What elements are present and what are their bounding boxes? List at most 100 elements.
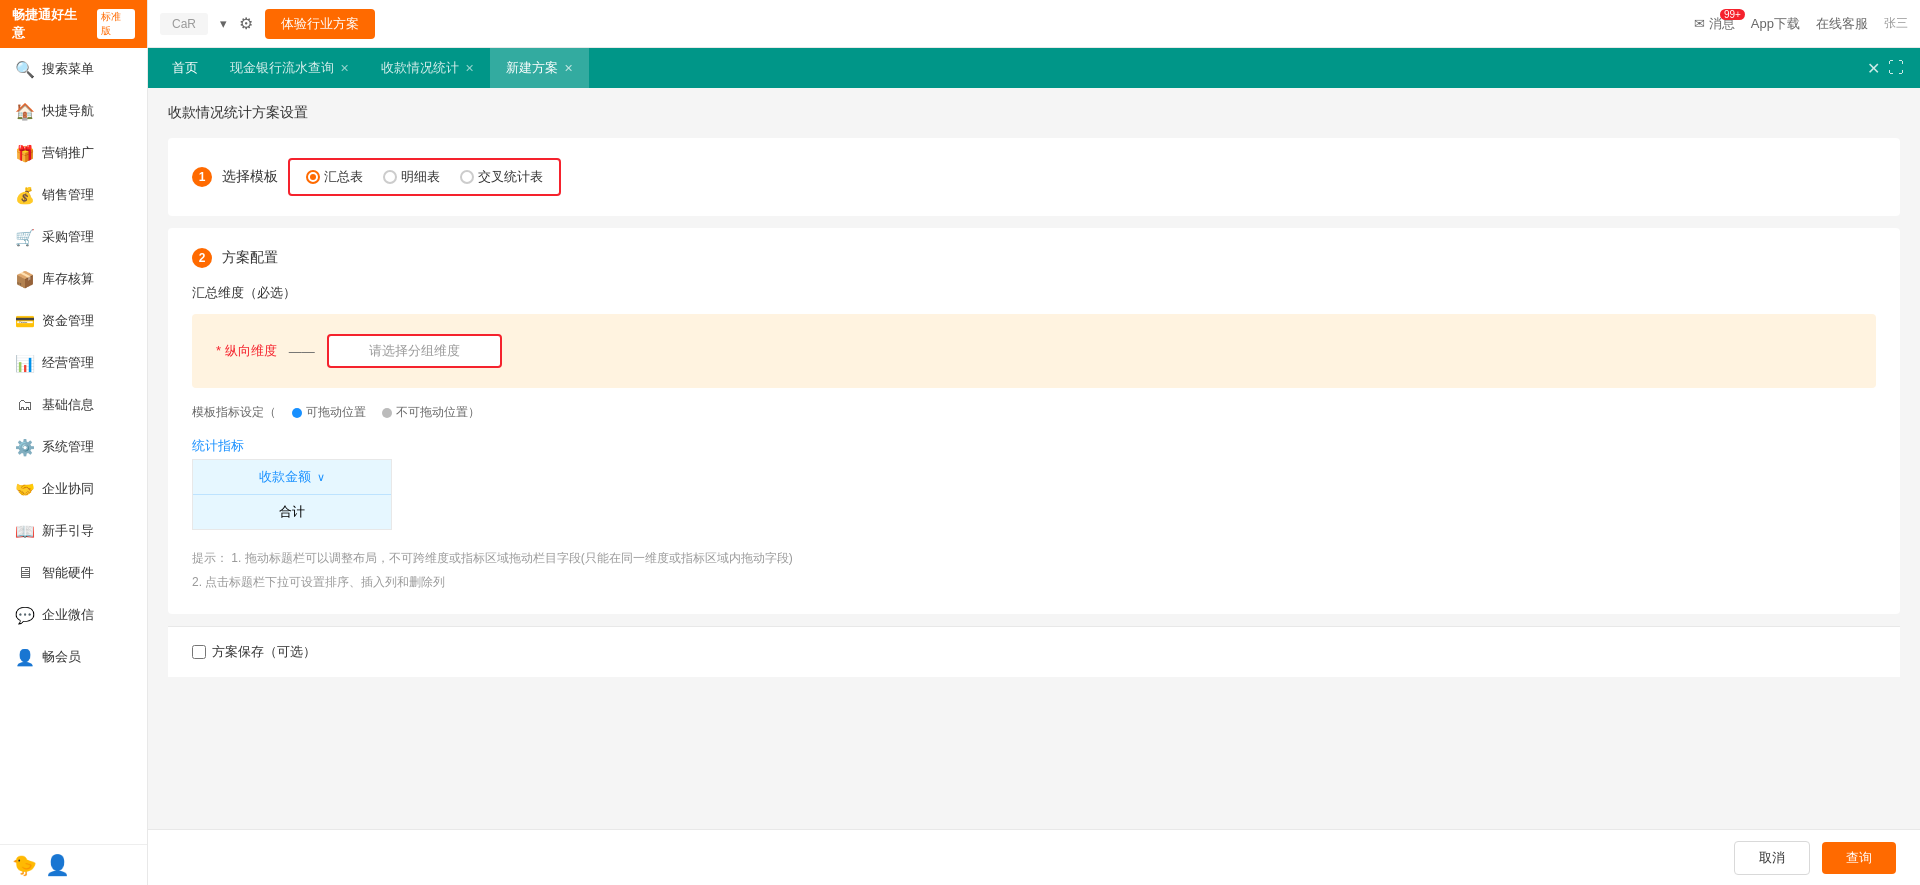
tab-collection-stats[interactable]: 收款情况统计 ✕	[365, 48, 490, 88]
sidebar-item-operation[interactable]: 📊 经营管理	[0, 342, 147, 384]
draggable-dot	[292, 408, 302, 418]
sidebar-item-search-menu[interactable]: 🔍 搜索菜单	[0, 48, 147, 90]
topbar-gear-icon[interactable]: ⚙	[239, 14, 253, 33]
radio-cross[interactable]: 交叉统计表	[460, 168, 543, 186]
message-icon: ✉	[1694, 16, 1705, 31]
sidebar-item-quick-nav[interactable]: 🏠 快捷导航	[0, 90, 147, 132]
radio-detail-circle	[383, 170, 397, 184]
stat-label: 统计指标	[192, 429, 392, 459]
sidebar-item-sys-manage[interactable]: ⚙️ 系统管理	[0, 426, 147, 468]
content-area: 收款情况统计方案设置 1 选择模板 汇总表 明细表	[148, 88, 1920, 829]
industry-btn[interactable]: 体验行业方案	[265, 9, 375, 39]
message-btn[interactable]: ✉ 消息 99+	[1694, 15, 1735, 33]
sidebar-item-label: 智能硬件	[42, 564, 94, 582]
tab-home-label: 首页	[172, 59, 198, 77]
purchase-icon: 🛒	[16, 228, 34, 246]
app-download-btn[interactable]: App下载	[1751, 15, 1800, 33]
sidebar-item-sales[interactable]: 💰 销售管理	[0, 174, 147, 216]
radio-cross-label: 交叉统计表	[478, 168, 543, 186]
main-area: CaR ▾ ⚙ 体验行业方案 ✉ 消息 99+ App下载 在线客服 张三 首页…	[148, 0, 1920, 885]
sidebar-item-purchase[interactable]: 🛒 采购管理	[0, 216, 147, 258]
sidebar-item-cooperation[interactable]: 🤝 企业协同	[0, 468, 147, 510]
radio-summary-label: 汇总表	[324, 168, 363, 186]
tips-section: 提示： 1. 拖动标题栏可以调整布局，不可跨维度或指标区域拖动栏目字段(只能在同…	[192, 546, 1876, 594]
sidebar-item-label: 库存核算	[42, 270, 94, 288]
window-close-icon[interactable]: ✕	[1867, 59, 1880, 78]
sidebar-item-label: 新手引导	[42, 522, 94, 540]
sidebar-item-corp-wechat[interactable]: 💬 企业微信	[0, 594, 147, 636]
quick-nav-icon: 🏠	[16, 102, 34, 120]
sales-icon: 💰	[16, 186, 34, 204]
radio-summary[interactable]: 汇总表	[306, 168, 363, 186]
tab-cashflow[interactable]: 现金银行流水查询 ✕	[214, 48, 365, 88]
tab-collection-stats-close[interactable]: ✕	[465, 62, 474, 75]
sidebar-item-label: 搜索菜单	[42, 60, 94, 78]
tab-new-plan-close[interactable]: ✕	[564, 62, 573, 75]
metrics-table: 收款金额 ∨ 合计	[192, 459, 392, 530]
inventory-icon: 📦	[16, 270, 34, 288]
metrics-col-header[interactable]: 收款金额 ∨	[193, 460, 391, 495]
logo-text: 畅捷通好生意	[12, 6, 89, 42]
sidebar-item-new-guide[interactable]: 📖 新手引导	[0, 510, 147, 552]
smart-hw-icon: 🖥	[16, 564, 34, 582]
query-button[interactable]: 查询	[1822, 842, 1896, 874]
save-plan-checkbox-label[interactable]: 方案保存（可选）	[192, 643, 316, 661]
tabbar: 首页 现金银行流水查询 ✕ 收款情况统计 ✕ 新建方案 ✕ ✕ ⛶	[148, 48, 1920, 88]
sidebar-item-capital[interactable]: 💳 资金管理	[0, 300, 147, 342]
sidebar-item-smart-hw[interactable]: 🖥 智能硬件	[0, 552, 147, 594]
metrics-stat-col: 统计指标 收款金额 ∨ 合计	[192, 429, 392, 530]
vertical-dimension-row: * 纵向维度 —— 请选择分组维度	[216, 334, 1852, 368]
sidebar-item-label: 企业协同	[42, 480, 94, 498]
capital-icon: 💳	[16, 312, 34, 330]
metrics-setting-label: 模板指标设定（	[192, 404, 276, 421]
sidebar-bottom-icon2[interactable]: 👤	[45, 853, 70, 877]
sidebar-item-member[interactable]: 👤 畅会员	[0, 636, 147, 678]
col-dropdown-icon[interactable]: ∨	[317, 471, 325, 484]
tab-new-plan[interactable]: 新建方案 ✕	[490, 48, 589, 88]
dimension-select[interactable]: 请选择分组维度	[327, 334, 502, 368]
metrics-total-row: 合计	[193, 495, 391, 529]
sidebar-item-label: 快捷导航	[42, 102, 94, 120]
page-title: 收款情况统计方案设置	[168, 104, 1900, 122]
topbar-right: ✉ 消息 99+ App下载 在线客服 张三	[1694, 15, 1908, 33]
tab-new-plan-label: 新建方案	[506, 59, 558, 77]
draggable-indicator: 可拖动位置	[292, 404, 366, 421]
tabbar-window-actions: ✕ ⛶	[1867, 59, 1912, 78]
user-name[interactable]: 张三	[1884, 15, 1908, 32]
operation-icon: 📊	[16, 354, 34, 372]
action-bar: 取消 查询	[148, 829, 1920, 885]
cooperation-icon: 🤝	[16, 480, 34, 498]
metrics-label-row: 模板指标设定（ 可拖动位置 不可拖动位置）	[192, 404, 1876, 421]
tab-collection-stats-label: 收款情况统计	[381, 59, 459, 77]
message-count: 99+	[1720, 9, 1745, 20]
cancel-button[interactable]: 取消	[1734, 841, 1810, 875]
online-service-btn[interactable]: 在线客服	[1816, 15, 1868, 33]
sidebar-item-base-info[interactable]: 🗂 基础信息	[0, 384, 147, 426]
tip-2: 2. 点击标题栏下拉可设置排序、插入列和删除列	[192, 570, 1876, 594]
tab-home[interactable]: 首页	[156, 48, 214, 88]
sidebar-item-inventory[interactable]: 📦 库存核算	[0, 258, 147, 300]
dimension-area: * 纵向维度 —— 请选择分组维度	[192, 314, 1876, 388]
sidebar-item-label: 基础信息	[42, 396, 94, 414]
save-plan-checkbox[interactable]	[192, 645, 206, 659]
base-info-icon: 🗂	[16, 396, 34, 414]
sidebar-item-label: 经营管理	[42, 354, 94, 372]
section1: 1 选择模板 汇总表 明细表 交叉统计表	[168, 138, 1900, 216]
corp-wechat-icon: 💬	[16, 606, 34, 624]
tip-1: 提示： 1. 拖动标题栏可以调整布局，不可跨维度或指标区域拖动栏目字段(只能在同…	[192, 546, 1876, 570]
vertical-dimension-label: * 纵向维度	[216, 342, 277, 360]
save-plan-label: 方案保存（可选）	[212, 643, 316, 661]
sidebar-item-label: 销售管理	[42, 186, 94, 204]
window-maximize-icon[interactable]: ⛶	[1888, 59, 1904, 77]
sidebar-item-label: 系统管理	[42, 438, 94, 456]
section2-num: 2	[192, 248, 212, 268]
sidebar: 畅捷通好生意 标准版 🔍 搜索菜单 🏠 快捷导航 🎁 营销推广 💰 销售管理 🛒…	[0, 0, 148, 885]
footer-section: 方案保存（可选）	[168, 626, 1900, 677]
sidebar-bottom-icon1[interactable]: 🐤	[12, 853, 37, 877]
tab-cashflow-close[interactable]: ✕	[340, 62, 349, 75]
sidebar-item-marketing[interactable]: 🎁 营销推广	[0, 132, 147, 174]
radio-cross-circle	[460, 170, 474, 184]
radio-detail[interactable]: 明细表	[383, 168, 440, 186]
topbar-dropdown-icon[interactable]: ▾	[220, 16, 227, 31]
sidebar-bottom: 🐤 👤	[0, 844, 147, 885]
